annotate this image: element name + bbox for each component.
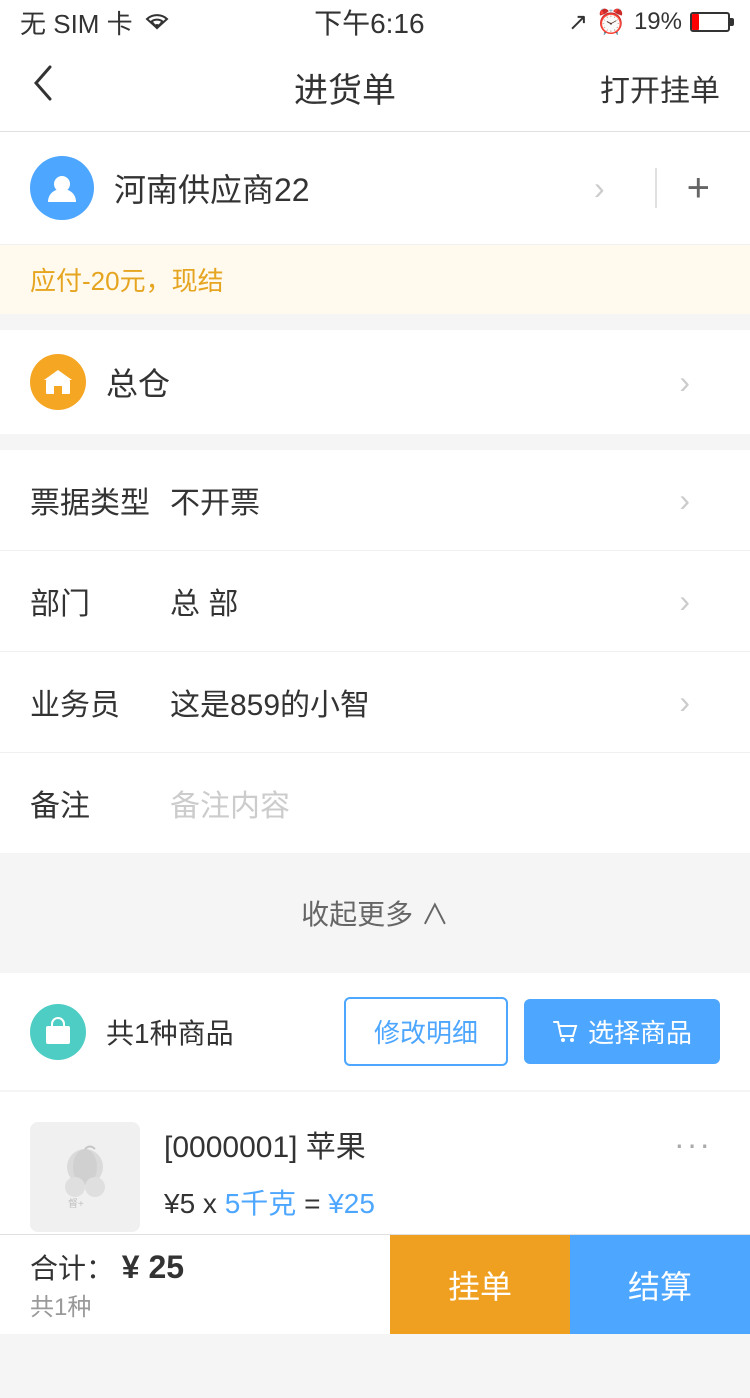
salesman-value: 这是859的小智 (150, 680, 679, 724)
status-left: 无 SIM 卡 (20, 4, 171, 41)
invoice-value: 不开票 (150, 478, 679, 522)
select-product-button[interactable]: 选择商品 (524, 999, 720, 1064)
bottom-bar: 合计： ¥ 25 共1种 挂单 结算 (0, 1234, 750, 1334)
product-icon (30, 1004, 86, 1060)
dept-chevron-icon: › (679, 583, 690, 620)
product-thumbnail: 督+ (30, 1122, 140, 1232)
notice-bar: 应付-20元，现结 (0, 245, 750, 314)
product-title: 苹果 (306, 1131, 366, 1164)
product-thumb-icon: 督+ (50, 1142, 120, 1212)
warehouse-section: 总仓 › (0, 330, 750, 434)
product-code: [0000001] (164, 1131, 306, 1164)
cart-icon (552, 1020, 580, 1044)
collapse-button[interactable]: 收起更多 ∧ (0, 869, 750, 957)
dept-label: 部门 (30, 579, 150, 623)
warehouse-chevron-icon: › (679, 364, 690, 401)
product-name: [0000001] 苹果 (164, 1122, 666, 1166)
supplier-section: 河南供应商22 › + 应付-20元，现结 (0, 132, 750, 314)
salesman-chevron-icon: › (679, 684, 690, 721)
open-hang-button[interactable]: 打开挂单 (600, 66, 720, 110)
product-price-row: ¥5 x 5千克 = ¥25 (164, 1182, 666, 1222)
total-amount: ¥ 25 (122, 1249, 184, 1285)
add-supplier-button[interactable]: + (677, 166, 720, 211)
salesman-label: 业务员 (30, 680, 150, 724)
product-header: 共1种商品 修改明细 选择商品 (0, 973, 750, 1090)
product-quantity: 5千克 (225, 1188, 297, 1219)
total-count: 共1种 (30, 1287, 360, 1322)
status-right: ↗ ⏰ 19% (568, 8, 730, 37)
supplier-row[interactable]: 河南供应商22 › + (0, 132, 750, 245)
nav-bar: 进货单 打开挂单 (0, 44, 750, 132)
invoice-label: 票据类型 (30, 478, 150, 522)
invoice-row[interactable]: 票据类型 不开票 › (0, 450, 750, 551)
dept-value: 总 部 (150, 579, 679, 623)
alarm-icon: ⏰ (596, 8, 626, 37)
select-product-label: 选择商品 (588, 1013, 692, 1050)
product-info: [0000001] 苹果 ¥5 x 5千克 = ¥25 (164, 1122, 666, 1222)
back-button[interactable] (30, 63, 90, 112)
warehouse-icon (30, 354, 86, 410)
salesman-row[interactable]: 业务员 这是859的小智 › (0, 652, 750, 753)
edit-detail-button[interactable]: 修改明细 (344, 997, 508, 1066)
supplier-avatar (30, 156, 94, 220)
product-more-button[interactable]: ··· (666, 1122, 720, 1167)
total-section: 合计： ¥ 25 共1种 (0, 1247, 390, 1322)
status-bar: 无 SIM 卡 下午6:16 ↗ ⏰ 19% (0, 0, 750, 44)
note-placeholder: 备注内容 (150, 781, 720, 825)
product-total: ¥25 (328, 1188, 375, 1219)
dept-row[interactable]: 部门 总 部 › (0, 551, 750, 652)
form-section: 票据类型 不开票 › 部门 总 部 › 业务员 这是859的小智 › 备注 备注… (0, 450, 750, 853)
note-row[interactable]: 备注 备注内容 (0, 753, 750, 853)
supplier-name: 河南供应商22 (114, 165, 594, 211)
note-label: 备注 (30, 781, 150, 825)
total-line: 合计： ¥ 25 (30, 1247, 360, 1287)
supplier-divider (655, 168, 657, 208)
battery-label: 19% (634, 8, 682, 36)
product-equals: = (304, 1188, 328, 1219)
status-time: 下午6:16 (314, 2, 425, 42)
invoice-chevron-icon: › (679, 482, 690, 519)
carrier-label: 无 SIM 卡 (20, 4, 133, 41)
spacer (0, 957, 750, 973)
total-label: 合计： (30, 1253, 114, 1284)
checkout-button[interactable]: 结算 (570, 1235, 750, 1334)
product-count: 共1种商品 (106, 1012, 344, 1052)
notice-text: 应付-20元，现结 (30, 266, 224, 296)
supplier-chevron-icon: › (594, 170, 605, 207)
location-icon: ↗ (568, 8, 588, 37)
wifi-icon (143, 12, 171, 32)
page-title: 进货单 (294, 63, 396, 112)
warehouse-row[interactable]: 总仓 › (0, 330, 750, 434)
hang-button[interactable]: 挂单 (390, 1235, 570, 1334)
svg-text:督+: 督+ (68, 1197, 84, 1210)
product-unit-price: ¥5 x (164, 1188, 225, 1219)
warehouse-name: 总仓 (106, 359, 679, 405)
battery-icon (690, 12, 730, 32)
